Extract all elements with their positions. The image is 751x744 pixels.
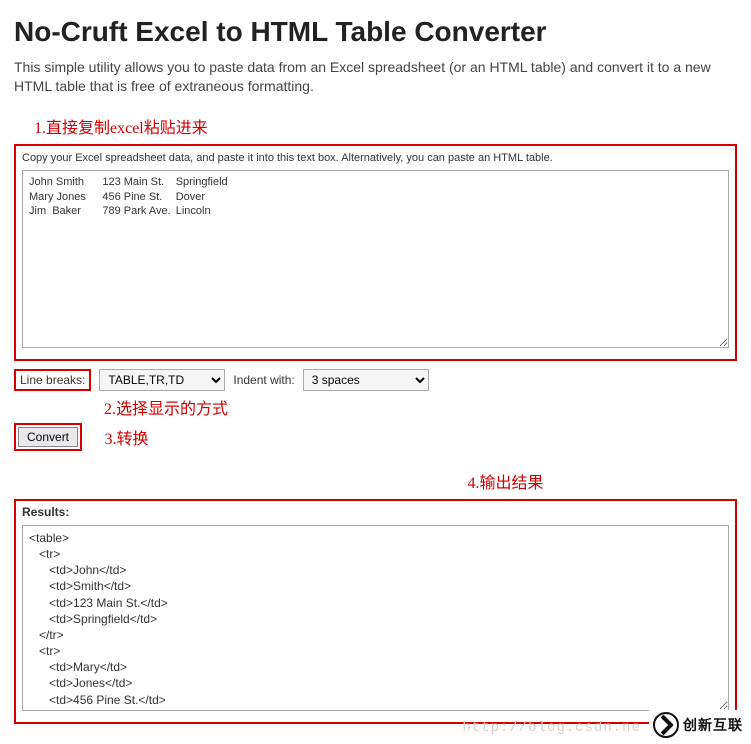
- brand-badge: 创新互联: [649, 710, 747, 740]
- input-instruction: Copy your Excel spreadsheet data, and pa…: [22, 152, 729, 164]
- convert-button[interactable]: Convert: [18, 427, 78, 447]
- intro-text: This simple utility allows you to paste …: [14, 58, 737, 96]
- indent-select[interactable]: 3 spaces: [303, 369, 429, 391]
- results-section: Results:: [14, 499, 737, 724]
- line-breaks-label: Line breaks:: [14, 369, 91, 391]
- options-row: Line breaks: TABLE,TR,TD Indent with: 3 …: [14, 369, 737, 391]
- input-section: Copy your Excel spreadsheet data, and pa…: [14, 144, 737, 361]
- convert-wrap: Convert: [14, 423, 82, 451]
- annotation-1: 1.直接复制excel粘贴进来: [34, 114, 737, 138]
- brand-text: 创新互联: [683, 715, 743, 735]
- indent-label: Indent with:: [233, 373, 294, 387]
- excel-input-textarea[interactable]: [22, 170, 729, 348]
- results-label: Results:: [22, 505, 729, 519]
- page-title: No-Cruft Excel to HTML Table Converter: [14, 16, 737, 48]
- brand-logo-icon: [653, 712, 679, 738]
- line-breaks-select[interactable]: TABLE,TR,TD: [99, 369, 225, 391]
- results-output-textarea[interactable]: [22, 525, 729, 711]
- annotation-2: 2.选择显示的方式: [104, 395, 737, 419]
- annotation-4: 4.输出结果: [274, 469, 737, 493]
- annotation-3: 3.转换: [104, 425, 148, 449]
